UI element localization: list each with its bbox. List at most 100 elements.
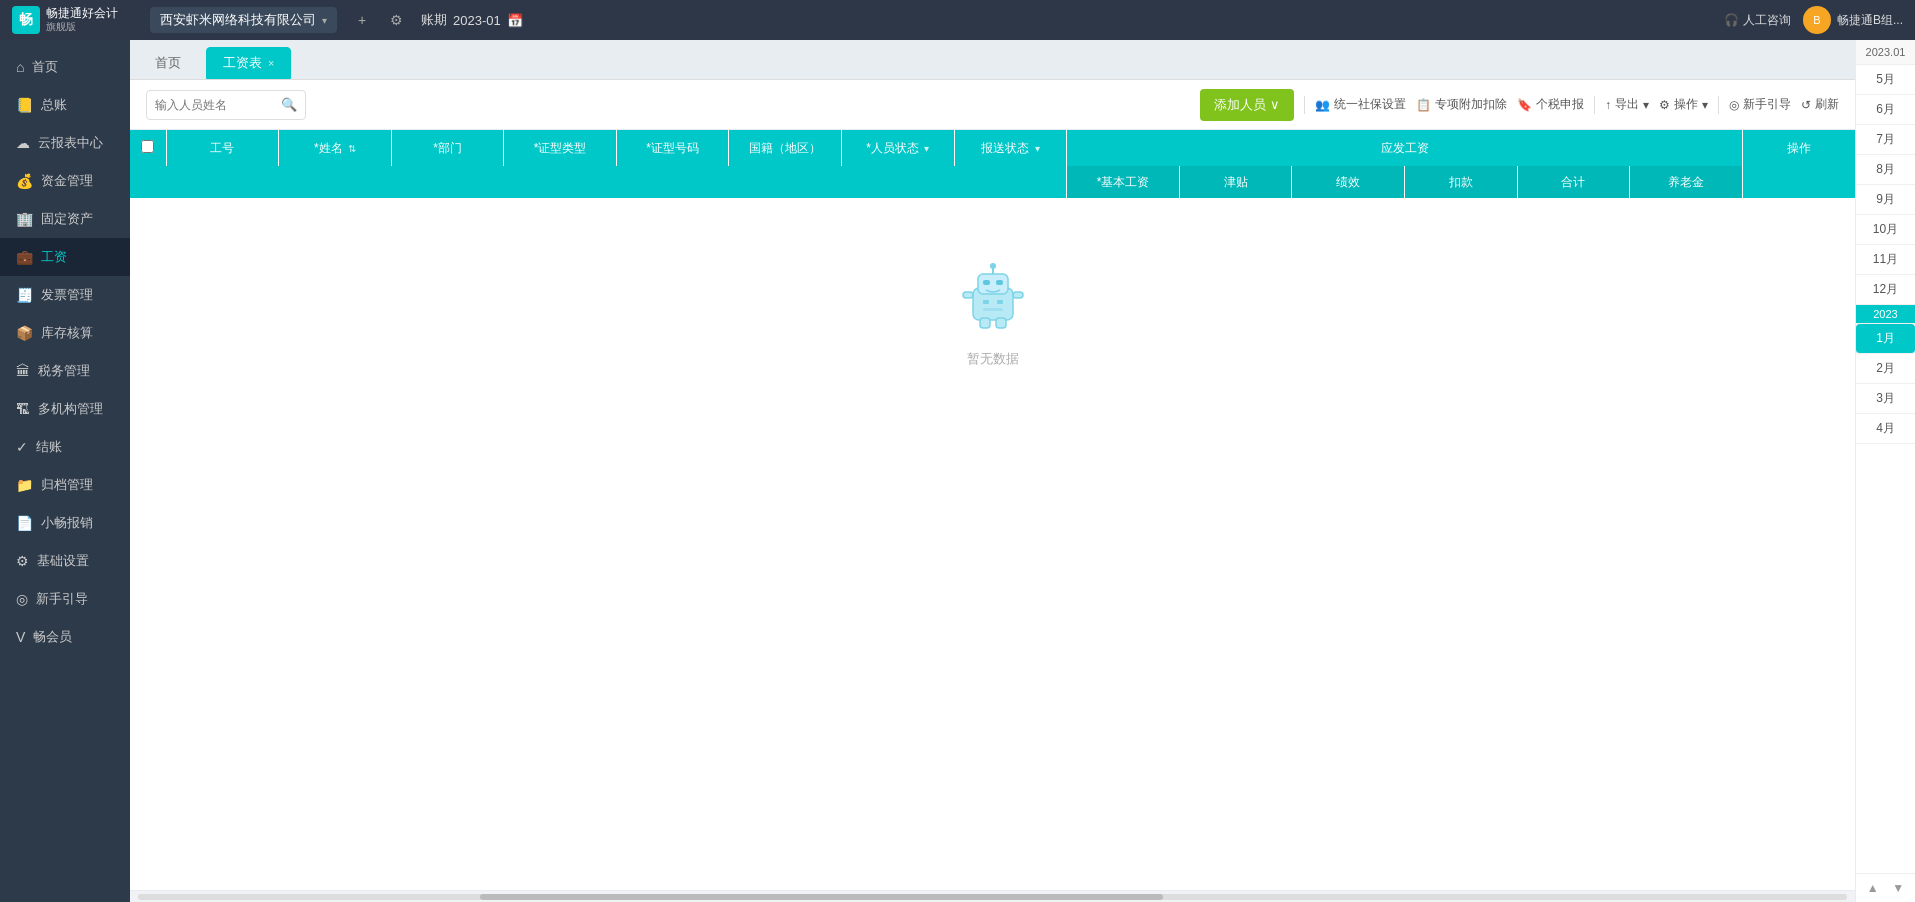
status-filter-icon[interactable]: ▾	[924, 143, 929, 154]
sidebar-item-assets[interactable]: 🏢 固定资产	[0, 200, 130, 238]
operation-btn[interactable]: ⚙ 操作 ▾	[1659, 96, 1708, 113]
date-item-11月[interactable]: 11月	[1856, 245, 1915, 275]
svg-rect-3	[996, 280, 1003, 285]
tab-close-icon[interactable]: ×	[268, 57, 274, 69]
company-name: 西安虾米网络科技有限公司	[160, 11, 316, 29]
guide-icon: ◎	[16, 591, 28, 607]
name-sort-icon[interactable]: ⇅	[348, 143, 356, 154]
sidebar: ⌂ 首页 📒 总账 ☁ 云报表中心 💰 资金管理 🏢 固定资产 💼 工资 🧾 发…	[0, 40, 130, 902]
sidebar-item-tax[interactable]: 🏛 税务管理	[0, 352, 130, 390]
logo-icon: 畅	[12, 6, 40, 34]
date-nav-up-button[interactable]: ▲	[1863, 878, 1883, 898]
sidebar-label-inventory: 库存核算	[41, 324, 93, 342]
sidebar-item-guide[interactable]: ◎ 新手引导	[0, 580, 130, 618]
date-item-10月[interactable]: 10月	[1856, 215, 1915, 245]
salary-table: 工号 *姓名 ⇅ *部门 *证型类型 *证型号码 国籍（地区） *人员状态	[130, 130, 1855, 198]
table-header-row: 工号 *姓名 ⇅ *部门 *证型类型 *证型号码 国籍（地区） *人员状态	[130, 130, 1855, 166]
date-nav-down-button[interactable]: ▼	[1888, 878, 1908, 898]
sidebar-item-inventory[interactable]: 📦 库存核算	[0, 314, 130, 352]
multi-org-icon: 🏗	[16, 401, 30, 417]
scroll-thumb[interactable]	[480, 894, 1164, 900]
sidebar-item-archive[interactable]: 📁 归档管理	[0, 466, 130, 504]
export-btn[interactable]: ↑ 导出 ▾	[1605, 96, 1649, 113]
svg-rect-2	[983, 280, 990, 285]
date-item-12月[interactable]: 12月	[1856, 275, 1915, 305]
refresh-btn[interactable]: ↺ 刷新	[1801, 96, 1839, 113]
date-item-2月-curr[interactable]: 2月	[1856, 354, 1915, 384]
date-list: 5月6月7月8月9月10月11月12月20231月2月3月4月	[1856, 65, 1915, 873]
empty-text: 暂无数据	[967, 350, 1019, 368]
sidebar-item-salary[interactable]: 💼 工资	[0, 238, 130, 276]
export-arrow: ▾	[1643, 98, 1649, 112]
sidebar-item-multi-org[interactable]: 🏗 多机构管理	[0, 390, 130, 428]
sidebar-label-tax: 税务管理	[38, 362, 90, 380]
th-name[interactable]: *姓名 ⇅	[279, 130, 392, 166]
user-area[interactable]: B 畅捷通B组...	[1803, 6, 1903, 34]
refresh-icon: ↺	[1801, 98, 1811, 112]
sidebar-item-closing[interactable]: ✓ 结账	[0, 428, 130, 466]
home-icon: ⌂	[16, 59, 24, 75]
tab-salary[interactable]: 工资表 ×	[206, 47, 291, 79]
calendar-icon[interactable]: 📅	[507, 13, 523, 28]
tab-home[interactable]: 首页	[138, 47, 198, 79]
th-id: 工号	[166, 130, 279, 166]
add-person-button[interactable]: 添加人员 ∨	[1200, 89, 1294, 121]
sidebar-label-archive: 归档管理	[41, 476, 93, 494]
date-item-4月-curr[interactable]: 4月	[1856, 414, 1915, 444]
sidebar-label-member: 畅会员	[33, 628, 72, 646]
sidebar-item-invoice[interactable]: 🧾 发票管理	[0, 276, 130, 314]
personal-tax-btn[interactable]: 🔖 个税申报	[1517, 96, 1584, 113]
date-item-8月[interactable]: 8月	[1856, 155, 1915, 185]
company-selector[interactable]: 西安虾米网络科技有限公司 ▾	[150, 7, 337, 33]
search-input[interactable]	[155, 98, 281, 112]
export-label: 导出	[1615, 96, 1639, 113]
sidebar-item-member[interactable]: V 畅会员	[0, 618, 130, 656]
social-security-btn[interactable]: 👥 统一社保设置	[1315, 96, 1406, 113]
date-item-9月[interactable]: 9月	[1856, 185, 1915, 215]
select-all-checkbox[interactable]	[141, 140, 154, 153]
sidebar-label-guide: 新手引导	[36, 590, 88, 608]
sidebar-item-expense[interactable]: 📄 小畅报销	[0, 504, 130, 542]
sidebar-item-settings[interactable]: ⚙ 基础设置	[0, 542, 130, 580]
scroll-track[interactable]	[138, 894, 1847, 900]
app-name: 畅捷通好会计	[46, 6, 118, 20]
sidebar-label-expense: 小畅报销	[41, 514, 93, 532]
sidebar-item-fund[interactable]: 💰 资金管理	[0, 162, 130, 200]
tax-icon: 🏛	[16, 363, 30, 379]
date-year-badge: 2023	[1856, 305, 1915, 324]
logo-area: 畅 畅捷通好会计 旗舰版	[12, 6, 142, 34]
sidebar-item-ledger[interactable]: 📒 总账	[0, 86, 130, 124]
settings-button[interactable]: ⚙	[383, 7, 409, 33]
report-filter-icon[interactable]: ▾	[1035, 143, 1040, 154]
guide-btn[interactable]: ◎ 新手引导	[1729, 96, 1791, 113]
date-item-3月-curr[interactable]: 3月	[1856, 384, 1915, 414]
empty-robot-icon	[953, 258, 1033, 338]
th-checkbox[interactable]	[130, 130, 166, 166]
special-deduction-btn[interactable]: 📋 专项附加扣除	[1416, 96, 1507, 113]
th-basewage: *基本工资	[1067, 166, 1180, 198]
cloud-report-icon: ☁	[16, 135, 30, 151]
add-company-button[interactable]: +	[349, 7, 375, 33]
th-perf: 绩效	[1292, 166, 1405, 198]
sidebar-item-cloud-report[interactable]: ☁ 云报表中心	[0, 124, 130, 162]
archive-icon: 📁	[16, 477, 33, 493]
sidebar-label-salary: 工资	[41, 248, 67, 266]
personal-tax-label: 个税申报	[1536, 96, 1584, 113]
th-report[interactable]: 报送状态 ▾	[954, 130, 1067, 166]
th-issued-group: 应发工资	[1067, 130, 1743, 166]
date-item-7月[interactable]: 7月	[1856, 125, 1915, 155]
special-deduction-icon: 📋	[1416, 98, 1431, 112]
sidebar-item-home[interactable]: ⌂ 首页	[0, 48, 130, 86]
date-item-6月[interactable]: 6月	[1856, 95, 1915, 125]
special-deduction-label: 专项附加扣除	[1435, 96, 1507, 113]
tab-bar: 首页 工资表 ×	[130, 40, 1855, 80]
th-status-label: *人员状态	[866, 141, 919, 155]
date-item-1月-curr[interactable]: 1月	[1856, 324, 1915, 354]
svg-rect-7	[1013, 292, 1023, 298]
service-button[interactable]: 🎧 人工咨询	[1724, 12, 1791, 29]
search-icon: 🔍	[281, 97, 297, 112]
right-header: 🎧 人工咨询 B 畅捷通B组...	[1724, 6, 1903, 34]
th-status[interactable]: *人员状态 ▾	[842, 130, 955, 166]
divider-2	[1594, 96, 1595, 114]
date-item-5月[interactable]: 5月	[1856, 65, 1915, 95]
